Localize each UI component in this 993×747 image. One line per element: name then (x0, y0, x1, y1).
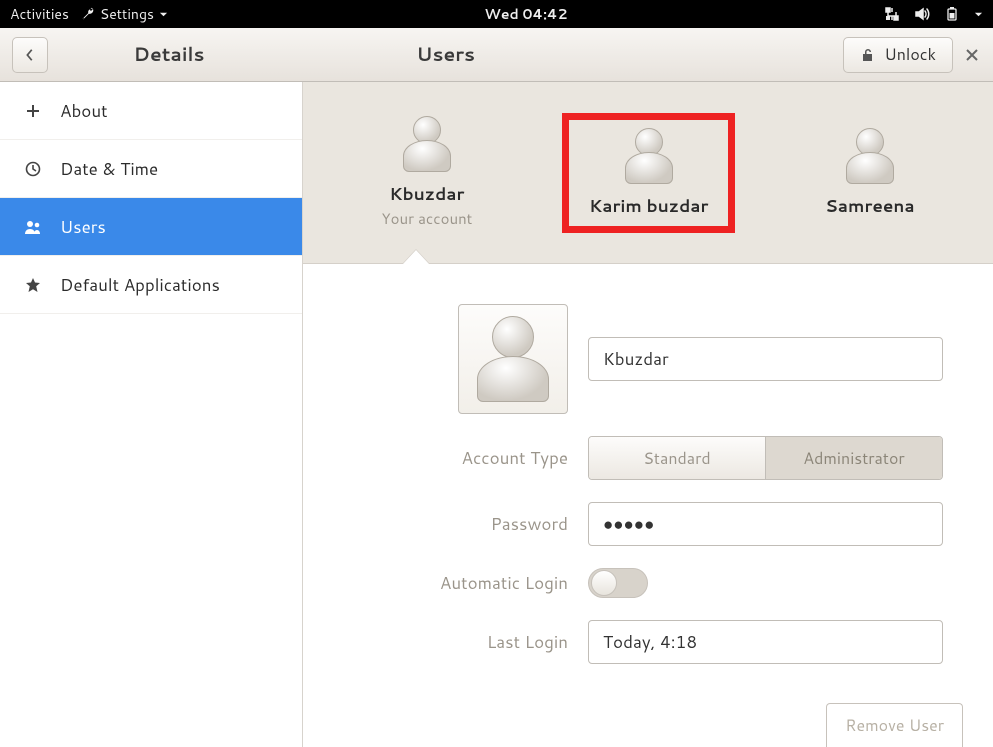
account-type-label: Account Type (353, 446, 588, 470)
user-name-label: Karim buzdar (589, 194, 708, 218)
app-menu[interactable]: Settings (81, 4, 168, 24)
auto-login-label: Automatic Login (353, 571, 588, 595)
sidebar-item-label: About (60, 99, 108, 123)
app-menu-label: Settings (100, 4, 154, 24)
avatar-button[interactable] (458, 304, 568, 414)
avatar-icon (845, 128, 895, 184)
chevron-left-icon (23, 48, 37, 62)
sidebar-item-label: Date & Time (60, 157, 158, 181)
last-login-label: Last Login (353, 630, 588, 654)
user-name-label: Kbuzdar (389, 182, 464, 206)
user-card-kbuzdar[interactable]: Kbuzdar Your account (361, 108, 492, 237)
close-icon (965, 48, 979, 62)
user-subtitle-label: Your account (381, 208, 472, 229)
wrench-icon (81, 7, 95, 21)
window-header: Details Users Unlock (0, 28, 993, 82)
password-label: Password (353, 512, 588, 536)
user-name-label: Samreena (825, 194, 914, 218)
auto-login-switch[interactable] (588, 568, 648, 598)
network-icon (884, 6, 900, 22)
users-icon (22, 219, 44, 235)
avatar-icon (402, 116, 452, 172)
settings-sidebar: About Date & Time Users Default Applicat… (0, 82, 303, 747)
user-card-karim[interactable]: Karim buzdar (569, 120, 728, 226)
unlock-button[interactable]: Unlock (843, 37, 953, 73)
sidebar-item-users[interactable]: Users (0, 198, 302, 256)
user-list: Kbuzdar Your account Karim buzdar Samree… (303, 82, 993, 264)
sidebar-item-default-apps[interactable]: Default Applications (0, 256, 302, 314)
account-type-toggle[interactable]: Standard Administrator (588, 436, 943, 480)
unlock-label: Unlock (884, 43, 936, 66)
volume-icon (914, 6, 930, 22)
lock-open-icon (860, 47, 876, 63)
switch-knob (591, 570, 617, 596)
password-field[interactable]: ●●●●● (588, 502, 943, 546)
clock-label[interactable]: Wed 04:42 (168, 4, 884, 24)
users-panel: Kbuzdar Your account Karim buzdar Samree… (303, 82, 993, 747)
account-type-standard[interactable]: Standard (589, 437, 765, 479)
chevron-down-icon (159, 10, 168, 19)
gnome-top-bar: Activities Settings Wed 04:42 (0, 0, 993, 28)
selected-user-pointer (403, 250, 429, 264)
sidebar-item-label: Default Applications (60, 273, 220, 297)
system-indicators[interactable] (884, 6, 983, 22)
name-field[interactable]: Kbuzdar (588, 337, 943, 381)
remove-user-button[interactable]: Remove User (826, 703, 963, 747)
sidebar-item-label: Users (60, 215, 106, 239)
battery-icon (944, 6, 960, 22)
user-card-samreena[interactable]: Samreena (805, 120, 934, 226)
clock-icon (22, 161, 44, 177)
account-type-admin[interactable]: Administrator (765, 437, 942, 479)
user-detail-form: Kbuzdar Account Type Standard Administra… (303, 264, 993, 747)
plus-icon (22, 103, 44, 119)
close-button[interactable] (965, 41, 979, 69)
avatar-icon (624, 128, 674, 184)
star-icon (22, 277, 44, 293)
chevron-down-icon (974, 10, 983, 19)
last-login-value: Today, 4:18 (588, 620, 943, 664)
avatar-icon (475, 316, 551, 402)
sidebar-item-datetime[interactable]: Date & Time (0, 140, 302, 198)
panel-title: Users (48, 41, 843, 68)
activities-button[interactable]: Activities (10, 4, 69, 24)
sidebar-item-about[interactable]: About (0, 82, 302, 140)
back-button[interactable] (12, 37, 48, 73)
